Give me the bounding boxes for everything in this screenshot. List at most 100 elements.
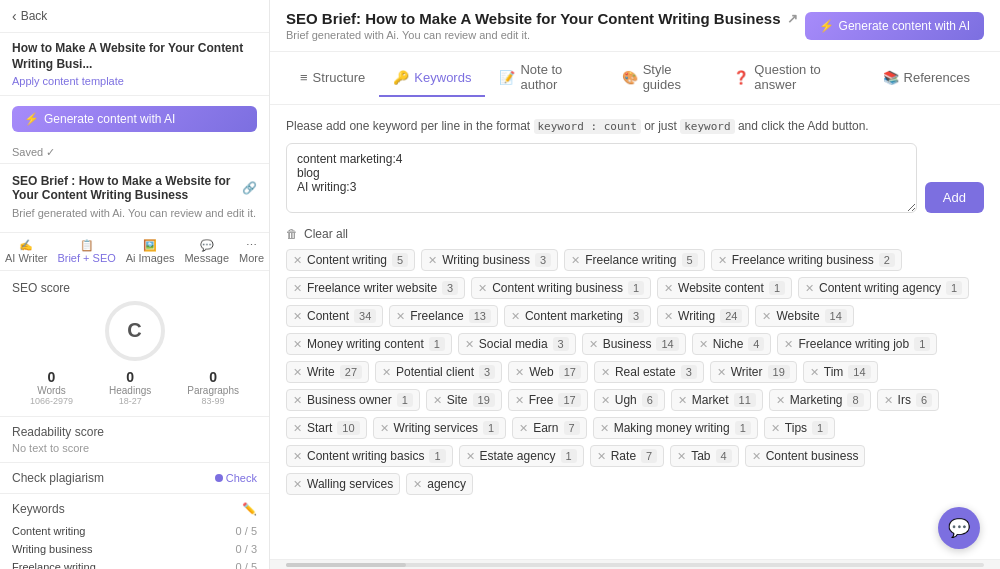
- tag-remove-icon[interactable]: ✕: [465, 338, 474, 351]
- clear-all-button[interactable]: Clear all: [304, 227, 348, 241]
- keyword-tag: ✕Real estate3: [594, 361, 704, 383]
- nav-message[interactable]: 💬 Message: [184, 239, 229, 264]
- tag-remove-icon[interactable]: ✕: [752, 450, 761, 463]
- edit-keywords-icon[interactable]: ✏️: [242, 502, 257, 516]
- tag-remove-icon[interactable]: ✕: [597, 450, 606, 463]
- tag-remove-icon[interactable]: ✕: [762, 310, 771, 323]
- tab-question[interactable]: ❓ Question to answer: [719, 52, 868, 104]
- nav-ai-writer[interactable]: ✍️ AI Writer: [5, 239, 48, 264]
- tag-count: 14: [825, 309, 847, 323]
- tag-remove-icon[interactable]: ✕: [664, 310, 673, 323]
- tab-references[interactable]: 📚 References: [869, 60, 984, 97]
- main-area: SEO Brief: How to Make A Website for You…: [270, 0, 1000, 569]
- tag-remove-icon[interactable]: ✕: [293, 478, 302, 491]
- tag-remove-icon[interactable]: ✕: [293, 310, 302, 323]
- tag-remove-icon[interactable]: ✕: [805, 282, 814, 295]
- tag-remove-icon[interactable]: ✕: [601, 394, 610, 407]
- tab-keywords[interactable]: 🔑 Keywords: [379, 60, 485, 97]
- tag-remove-icon[interactable]: ✕: [717, 366, 726, 379]
- nav-ai-images[interactable]: 🖼️ Ai Images: [126, 239, 175, 264]
- tab-note[interactable]: 📝 Note to author: [485, 52, 607, 104]
- tag-remove-icon[interactable]: ✕: [600, 422, 609, 435]
- tag-remove-icon[interactable]: ✕: [382, 366, 391, 379]
- back-button[interactable]: ‹ Back: [12, 8, 47, 24]
- tag-remove-icon[interactable]: ✕: [699, 338, 708, 351]
- tag-remove-icon[interactable]: ✕: [515, 366, 524, 379]
- tag-remove-icon[interactable]: ✕: [396, 310, 405, 323]
- tag-count: 7: [564, 421, 580, 435]
- tag-remove-icon[interactable]: ✕: [380, 422, 389, 435]
- tag-remove-icon[interactable]: ✕: [293, 282, 302, 295]
- apply-template-link[interactable]: Apply content template: [12, 75, 257, 87]
- tag-text: Start: [307, 421, 332, 435]
- trash-icon[interactable]: 🗑: [286, 227, 298, 241]
- question-icon: ❓: [733, 70, 749, 85]
- tag-remove-icon[interactable]: ✕: [884, 394, 893, 407]
- seo-score-circle: C: [105, 301, 165, 361]
- tag-text: Site: [447, 393, 468, 407]
- main-spark-icon: ⚡: [819, 19, 834, 33]
- tag-text: Irs: [898, 393, 911, 407]
- tag-text: Writing business: [442, 253, 530, 267]
- keyword-tag: ✕Irs6: [877, 389, 939, 411]
- nav-more[interactable]: ⋯ More: [239, 239, 264, 264]
- tag-remove-icon[interactable]: ✕: [784, 338, 793, 351]
- sidebar-generate-button[interactable]: ⚡ Generate content with AI: [12, 106, 257, 132]
- tag-remove-icon[interactable]: ✕: [677, 450, 686, 463]
- tag-remove-icon[interactable]: ✕: [511, 310, 520, 323]
- tag-remove-icon[interactable]: ✕: [515, 394, 524, 407]
- keyword-tag: ✕Business owner1: [286, 389, 420, 411]
- tag-text: Write: [307, 365, 335, 379]
- check-label: Check: [226, 472, 257, 484]
- tag-remove-icon[interactable]: ✕: [664, 282, 673, 295]
- tag-remove-icon[interactable]: ✕: [293, 338, 302, 351]
- tag-remove-icon[interactable]: ✕: [776, 394, 785, 407]
- tag-text: Making money writing: [614, 421, 730, 435]
- words-value: 0: [30, 369, 73, 385]
- tag-remove-icon[interactable]: ✕: [771, 422, 780, 435]
- keyword-tag: ✕Writing services1: [373, 417, 507, 439]
- check-plagiarism-button[interactable]: Check: [215, 472, 257, 484]
- tag-remove-icon[interactable]: ✕: [718, 254, 727, 267]
- chat-bubble-button[interactable]: 💬: [938, 507, 980, 549]
- tag-remove-icon[interactable]: ✕: [810, 366, 819, 379]
- keywords-content: Please add one keyword per line in the f…: [270, 105, 1000, 559]
- horizontal-scrollbar[interactable]: [270, 559, 1000, 569]
- main-generate-button[interactable]: ⚡ Generate content with AI: [805, 12, 984, 40]
- tag-remove-icon[interactable]: ✕: [571, 254, 580, 267]
- tag-remove-icon[interactable]: ✕: [293, 394, 302, 407]
- tag-count: 1: [397, 393, 413, 407]
- tag-remove-icon[interactable]: ✕: [589, 338, 598, 351]
- tag-text: Estate agency: [480, 449, 556, 463]
- nav-brief-seo[interactable]: 📋 Brief + SEO: [57, 239, 115, 264]
- tab-structure[interactable]: ≡ Structure: [286, 60, 379, 97]
- tag-text: Free: [529, 393, 554, 407]
- add-keyword-button[interactable]: Add: [925, 182, 984, 213]
- tag-remove-icon[interactable]: ✕: [293, 450, 302, 463]
- tag-remove-icon[interactable]: ✕: [601, 366, 610, 379]
- keyword-tag: ✕Estate agency1: [459, 445, 584, 467]
- tag-remove-icon[interactable]: ✕: [293, 254, 302, 267]
- tab-style[interactable]: 🎨 Style guides: [608, 52, 720, 104]
- tag-count: 1: [914, 337, 930, 351]
- tag-text: Freelance writing business: [732, 253, 874, 267]
- ai-writer-icon: ✍️: [5, 239, 48, 252]
- tag-remove-icon[interactable]: ✕: [293, 366, 302, 379]
- tag-remove-icon[interactable]: ✕: [519, 422, 528, 435]
- ai-images-icon: 🖼️: [126, 239, 175, 252]
- tag-remove-icon[interactable]: ✕: [293, 422, 302, 435]
- clear-all-row: 🗑 Clear all: [286, 227, 984, 241]
- tag-remove-icon[interactable]: ✕: [678, 394, 687, 407]
- tag-remove-icon[interactable]: ✕: [413, 478, 422, 491]
- tag-remove-icon[interactable]: ✕: [466, 450, 475, 463]
- brief-item[interactable]: SEO Brief : How to Make a Website for Yo…: [0, 164, 269, 232]
- tabs-bar: ≡ Structure 🔑 Keywords 📝 Note to author …: [270, 52, 1000, 105]
- readability-label: Readability score: [12, 425, 257, 439]
- tag-text: Freelance writing: [585, 253, 676, 267]
- tag-remove-icon[interactable]: ✕: [428, 254, 437, 267]
- keyword-tag: ✕Tim14: [803, 361, 878, 383]
- tag-remove-icon[interactable]: ✕: [478, 282, 487, 295]
- tag-count: 11: [734, 393, 756, 407]
- tag-remove-icon[interactable]: ✕: [433, 394, 442, 407]
- keyword-textarea[interactable]: content marketing:4 blog AI writing:3: [286, 143, 917, 213]
